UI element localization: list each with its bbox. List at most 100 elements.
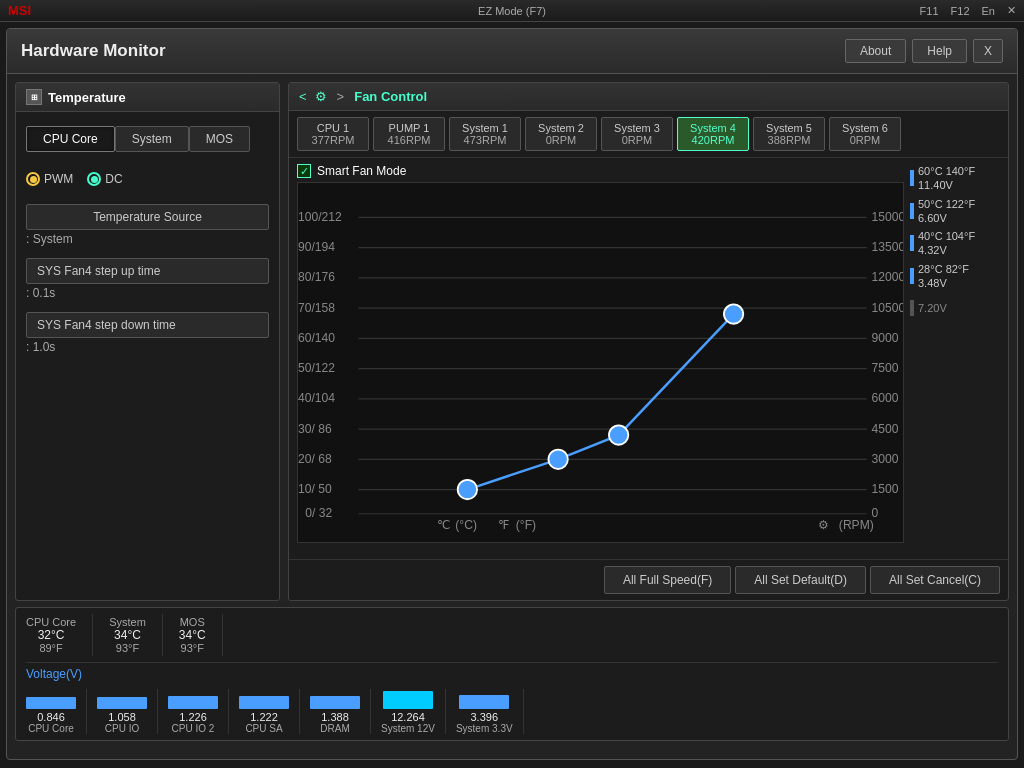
step-down-button[interactable]: SYS Fan4 step down time — [26, 312, 269, 338]
svg-point-35 — [609, 425, 628, 444]
svg-text:12000: 12000 — [872, 270, 903, 284]
temp-entry-50: 50°C 122°F 6.60V — [910, 197, 1000, 226]
pwm-label: PWM — [44, 172, 73, 186]
svg-text:℃: ℃ — [437, 518, 450, 532]
status-system: System 34°C 93°F — [93, 614, 163, 656]
volt-6v: 6.60V — [918, 211, 975, 225]
svg-text:0/ 32: 0/ 32 — [305, 506, 332, 520]
temp-entry-60: 60°C 140°F 11.40V — [910, 164, 1000, 193]
f11-btn[interactable]: F11 — [920, 5, 939, 17]
rpm-system2[interactable]: System 2 0RPM — [525, 117, 597, 151]
all-set-cancel-button[interactable]: All Set Cancel(C) — [870, 566, 1000, 594]
close-button[interactable]: X — [973, 39, 1003, 63]
voltage-entry: 7.20V — [910, 300, 1000, 316]
source-value: : System — [26, 232, 269, 246]
fan-chart[interactable]: 100/212 90/194 80/176 70/158 60/140 50/1… — [297, 182, 904, 543]
pwm-dc-group: PWM DC — [26, 172, 269, 186]
all-set-default-button[interactable]: All Set Default(D) — [735, 566, 866, 594]
volt-7v: 7.20V — [918, 302, 947, 314]
help-button[interactable]: Help — [912, 39, 967, 63]
step-down-section: SYS Fan4 step down time : 1.0s — [26, 312, 269, 354]
title-buttons: About Help X — [845, 39, 1003, 63]
volt-dram: 1.388 DRAM — [300, 689, 371, 734]
voltage-bars: 0.846 CPU Core 1.058 CPU IO 1.226 CPU IO… — [26, 685, 998, 734]
rpm-system5[interactable]: System 5 388RPM — [753, 117, 825, 151]
rpm-pump1[interactable]: PUMP 1 416RPM — [373, 117, 445, 151]
back-arrow-icon[interactable]: < — [299, 89, 307, 104]
volt-cpu-sa: 1.222 CPU SA — [229, 689, 300, 734]
status-mos: MOS 34°C 93°F — [163, 614, 223, 656]
fan-icon: ⚙ — [315, 89, 327, 104]
mode-label: EZ Mode (F7) — [478, 5, 546, 17]
svg-text:6000: 6000 — [872, 391, 899, 405]
svg-text:4500: 4500 — [872, 422, 899, 436]
step-up-button[interactable]: SYS Fan4 step up time — [26, 258, 269, 284]
all-full-speed-button[interactable]: All Full Speed(F) — [604, 566, 731, 594]
pwm-radio-circle — [26, 172, 40, 186]
temp-50c: 50°C 122°F — [918, 197, 975, 211]
tab-mos[interactable]: MOS — [189, 126, 250, 152]
action-buttons: All Full Speed(F) All Set Default(D) All… — [289, 559, 1008, 600]
panels-row: ⊞ Temperature CPU Core System MOS PWM — [15, 82, 1009, 601]
volt-bar-system12v — [383, 691, 433, 709]
temp-entry-40: 40°C 104°F 4.32V — [910, 229, 1000, 258]
volt-cpu-core: 0.846 CPU Core — [26, 689, 87, 734]
temperature-title: Temperature — [48, 90, 126, 105]
chart-main: ✓ Smart Fan Mode — [297, 164, 904, 553]
temp-bar-40 — [910, 235, 914, 251]
tab-system[interactable]: System — [115, 126, 189, 152]
pwm-radio[interactable]: PWM — [26, 172, 73, 186]
tab-cpu-core[interactable]: CPU Core — [26, 126, 115, 152]
rpm-cpu1[interactable]: CPU 1 377RPM — [297, 117, 369, 151]
volt-bar-dram — [310, 696, 360, 709]
window-title: Hardware Monitor — [21, 41, 166, 61]
svg-point-34 — [548, 450, 567, 469]
fan-control-header: < ⚙ > Fan Control — [289, 83, 1008, 111]
f12-btn[interactable]: F12 — [951, 5, 970, 17]
svg-text:3000: 3000 — [872, 452, 899, 466]
volt-11v: 11.40V — [918, 178, 975, 192]
temperature-header: ⊞ Temperature — [16, 83, 279, 112]
svg-text:15000: 15000 — [872, 210, 903, 224]
volt-system12v: 12.264 System 12V — [371, 689, 446, 734]
svg-point-36 — [724, 304, 743, 323]
temp-panel-icon: ⊞ — [26, 89, 42, 105]
dc-label: DC — [105, 172, 122, 186]
rpm-system3[interactable]: System 3 0RPM — [601, 117, 673, 151]
rpm-system1[interactable]: System 1 473RPM — [449, 117, 521, 151]
rpm-system6[interactable]: System 6 0RPM — [829, 117, 901, 151]
step-up-section: SYS Fan4 step up time : 0.1s — [26, 258, 269, 300]
volt-bar-cpu-io2 — [168, 696, 218, 709]
step-up-value: : 0.1s — [26, 286, 269, 300]
svg-text:20/ 68: 20/ 68 — [298, 452, 332, 466]
svg-text:30/ 86: 30/ 86 — [298, 422, 332, 436]
svg-text:60/140: 60/140 — [298, 331, 335, 345]
temp-source-section: Temperature Source : System — [26, 198, 269, 246]
svg-text:10/ 50: 10/ 50 — [298, 482, 332, 496]
fan-rpm-area: CPU 1 377RPM PUMP 1 416RPM System 1 473R… — [289, 111, 1008, 158]
temp-source-button[interactable]: Temperature Source — [26, 204, 269, 230]
svg-text:50/122: 50/122 — [298, 361, 335, 375]
close-top-btn[interactable]: ✕ — [1007, 4, 1016, 17]
about-button[interactable]: About — [845, 39, 906, 63]
svg-text:7500: 7500 — [872, 361, 899, 375]
msi-logo: MSI — [8, 3, 31, 18]
voltage-label: Voltage(V) — [26, 667, 998, 681]
status-cpu-core: CPU Core 32°C 89°F — [26, 614, 93, 656]
lang-btn[interactable]: En — [982, 5, 995, 17]
temp-28c: 28°C 82°F — [918, 262, 969, 276]
temperature-body: CPU Core System MOS PWM DC — [16, 112, 279, 600]
rpm-system4[interactable]: System 4 420RPM — [677, 117, 749, 151]
svg-text:(°F): (°F) — [516, 518, 536, 532]
chart-sidebar: 60°C 140°F 11.40V 50°C 122°F 6.60V — [910, 164, 1000, 553]
volt-bar-cpu-sa — [239, 696, 289, 709]
chart-area: ✓ Smart Fan Mode — [289, 158, 1008, 559]
temp-60c: 60°C 140°F — [918, 164, 975, 178]
dc-radio[interactable]: DC — [87, 172, 122, 186]
status-temps: CPU Core 32°C 89°F System 34°C 93°F MOS … — [26, 614, 998, 663]
volt-4v: 4.32V — [918, 243, 975, 257]
svg-text:⚙: ⚙ — [818, 518, 829, 532]
svg-text:13500: 13500 — [872, 240, 903, 254]
smart-fan-checkbox[interactable]: ✓ — [297, 164, 311, 178]
svg-text:℉: ℉ — [498, 518, 509, 532]
